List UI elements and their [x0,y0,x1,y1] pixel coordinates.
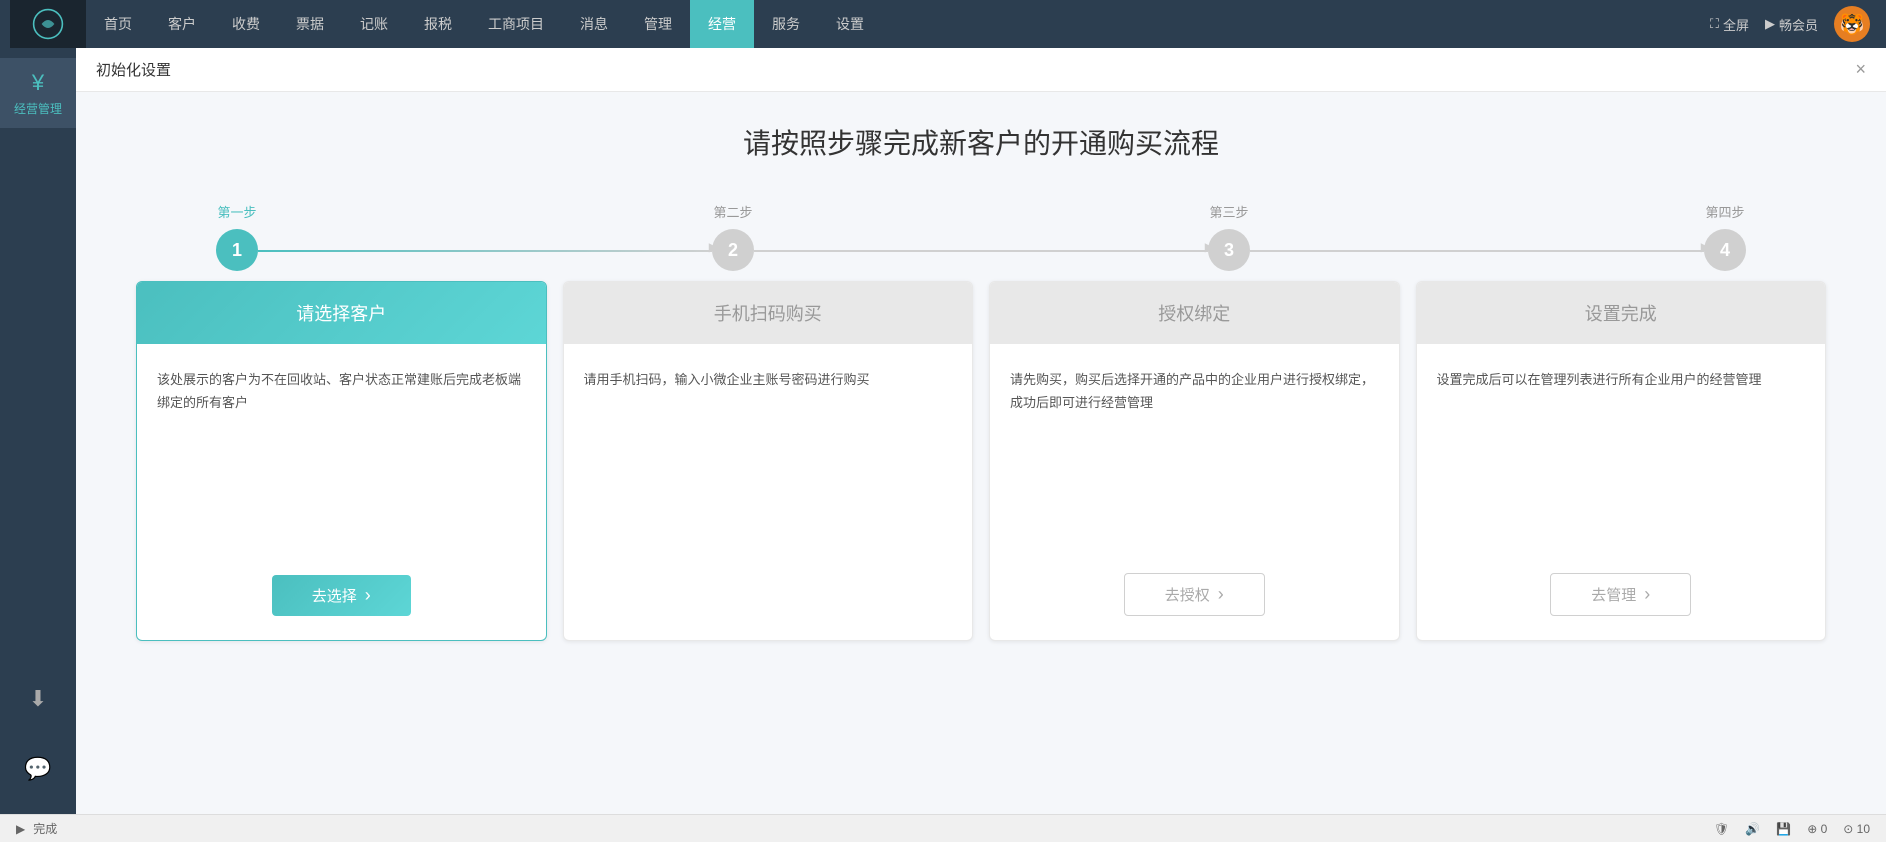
step-1-wrapper: 第一步 1 [216,202,258,271]
nav-item-tax[interactable]: 报税 [406,0,470,48]
card-4-header: 设置完成 [1417,282,1826,344]
steps-indicator: 第一步 1 第二步 2 第三步 3 第四步 [136,202,1826,271]
card-1-btn-arrow: › [365,585,371,606]
sidebar-item-operation[interactable]: ¥ 经营管理 [0,58,76,128]
card-4-btn-label: 去管理 [1591,584,1636,605]
nav-item-accounting[interactable]: 记账 [342,0,406,48]
notification-count: ⊕ 0 [1807,822,1827,836]
step-3-wrapper: 第三步 3 [1208,202,1250,271]
status-right: 🛡 🔊 💾 ⊕ 0 ⊙ 10 [1714,822,1870,836]
step-3-circle: 3 [1208,229,1250,271]
fullscreen-btn[interactable]: ⛶ 全屏 [1710,15,1749,34]
nav-item-message[interactable]: 消息 [562,0,626,48]
nav-item-home[interactable]: 首页 [86,0,150,48]
save-icon: 💾 [1776,822,1791,836]
nav-item-bills[interactable]: 票据 [278,0,342,48]
nav-items: 首页 客户 收费 票据 记账 报税 工商项目 消息 管理 经营 服务 设置 [86,0,1710,48]
vip-btn[interactable]: ▶ 畅会员 [1765,15,1818,34]
card-3-footer: 去授权 › [990,557,1399,640]
fullscreen-label: 全屏 [1723,15,1749,34]
step-card-4: 设置完成 设置完成后可以在管理列表进行所有企业用户的经营管理 去管理 › [1416,281,1827,641]
card-2-footer [564,600,973,640]
shield-icon: 🛡 [1714,822,1729,836]
status-bar: ▶ 完成 🛡 🔊 💾 ⊕ 0 ⊙ 10 [0,814,1886,842]
step-cards: 请选择客户 该处展示的客户为不在回收站、客户状态正常建账后完成老板端绑定的所有客… [136,281,1826,641]
card-4-body: 设置完成后可以在管理列表进行所有企业用户的经营管理 [1417,344,1826,557]
sidebar-item-label: 经营管理 [14,100,62,117]
sidebar: ¥ 经营管理 ⬇ 💬 [0,48,76,814]
card-3-body: 请先购买，购买后选择开通的产品中的企业用户进行授权绑定，成功后即可进行经营管理 [990,344,1399,557]
page-header: 初始化设置 × [76,48,1886,92]
sound-icon: 🔊 [1745,822,1760,836]
step-line-3 [1250,250,1704,252]
step-1-circle: 1 [216,229,258,271]
status-left: ▶ 完成 [16,820,57,837]
nav-item-customer[interactable]: 客户 [150,0,214,48]
avatar[interactable]: 🐯 [1834,6,1870,42]
sidebar-item-help[interactable]: 💬 [0,734,76,804]
card-3-button[interactable]: 去授权 › [1124,573,1265,616]
main-content: 初始化设置 × 请按照步骤完成新客户的开通购买流程 第一步 1 第二步 2 [76,48,1886,814]
step-card-3: 授权绑定 请先购买，购买后选择开通的产品中的企业用户进行授权绑定，成功后即可进行… [989,281,1400,641]
step-4-label: 第四步 [1705,202,1744,221]
card-1-footer: 去选择 › [137,559,546,640]
step-2-circle: 2 [712,229,754,271]
nav-item-service[interactable]: 服务 [754,0,818,48]
close-button[interactable]: × [1855,59,1866,80]
step-card-1: 请选择客户 该处展示的客户为不在回收站、客户状态正常建账后完成老板端绑定的所有客… [136,281,547,641]
nav-item-manage[interactable]: 管理 [626,0,690,48]
card-1-body: 该处展示的客户为不在回收站、客户状态正常建账后完成老板端绑定的所有客户 [137,344,546,559]
app-logo [10,0,86,48]
play-icon: ▶ [1765,16,1775,32]
app-body: ¥ 经营管理 ⬇ 💬 初始化设置 × 请按照步骤完成新客户的开通购买流程 [0,48,1886,814]
nav-item-business[interactable]: 工商项目 [470,0,562,48]
step-4-circle: 4 [1704,229,1746,271]
step-card-2: 手机扫码购买 请用手机扫码，输入小微企业主账号密码进行购买 [563,281,974,641]
step-3-label: 第三步 [1209,202,1248,221]
card-1-btn-label: 去选择 [312,585,357,606]
nav-item-settings[interactable]: 设置 [818,0,882,48]
download-icon: ⬇ [29,686,47,712]
step-line-1 [258,250,712,252]
yuan-icon: ¥ [32,70,44,96]
nav-item-operation[interactable]: 经营 [690,0,754,48]
card-4-button[interactable]: 去管理 › [1550,573,1691,616]
card-3-btn-arrow: › [1218,584,1224,605]
card-1-header: 请选择客户 [137,282,546,344]
step-2-wrapper: 第二步 2 [712,202,754,271]
card-2-header: 手机扫码购买 [564,282,973,344]
step-2-label: 第二步 [713,202,752,221]
page-title: 初始化设置 [96,59,171,80]
sidebar-bottom: ⬇ 💬 [0,664,76,814]
step-4-wrapper: 第四步 4 [1704,202,1746,271]
card-3-btn-label: 去授权 [1165,584,1210,605]
play-status-icon: ▶ [16,822,25,836]
status-text: 完成 [33,820,57,837]
wizard-container: 请按照步骤完成新客户的开通购买流程 第一步 1 第二步 2 第三步 [76,92,1886,814]
help-icon: 💬 [24,756,51,782]
step-line-2 [754,250,1208,252]
card-1-button[interactable]: 去选择 › [272,575,411,616]
sidebar-item-download[interactable]: ⬇ [0,664,76,734]
vip-label: 畅会员 [1779,15,1818,34]
card-4-footer: 去管理 › [1417,557,1826,640]
card-2-body: 请用手机扫码，输入小微企业主账号密码进行购买 [564,344,973,600]
nav-item-charge[interactable]: 收费 [214,0,278,48]
top-navigation: 首页 客户 收费 票据 记账 报税 工商项目 消息 管理 经营 服务 设置 ⛶ … [0,0,1886,48]
fullscreen-icon: ⛶ [1710,16,1719,32]
card-3-header: 授权绑定 [990,282,1399,344]
card-4-btn-arrow: › [1644,584,1650,605]
progress-indicator: ⊙ 10 [1843,822,1870,836]
step-1-label: 第一步 [217,202,256,221]
wizard-title: 请按照步骤完成新客户的开通购买流程 [136,122,1826,162]
nav-right: ⛶ 全屏 ▶ 畅会员 🐯 [1710,6,1886,42]
